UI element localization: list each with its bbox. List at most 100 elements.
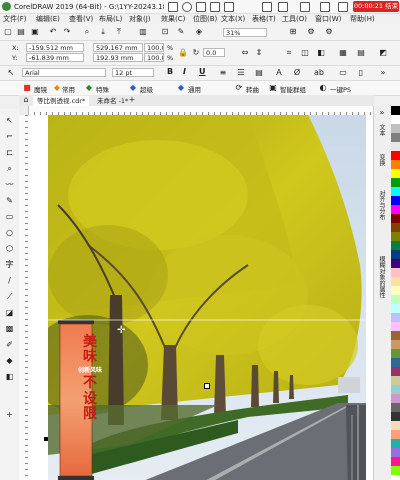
import-icon[interactable]: ⤓ — [98, 27, 108, 37]
to-front-icon[interactable]: ◧ — [316, 48, 326, 58]
docker-tab-transform[interactable]: 变换 — [377, 154, 386, 166]
menu-bitmaps[interactable]: 位图(B) — [193, 14, 217, 24]
mirror-h-icon[interactable]: ⇔ — [240, 48, 250, 58]
palette-swatch[interactable] — [391, 367, 400, 376]
lock-ratio-icon[interactable]: 🔒 — [178, 48, 188, 58]
palette-swatch[interactable] — [391, 115, 400, 124]
palette-swatch[interactable] — [391, 430, 400, 439]
palette-swatch[interactable] — [391, 313, 400, 322]
palette-swatch[interactable] — [391, 250, 400, 259]
underline-button[interactable]: U — [199, 67, 206, 76]
gear-icon[interactable]: ⚙ — [306, 27, 316, 37]
eyedropper-icon[interactable]: ✐ — [4, 339, 15, 350]
lock-icon[interactable]: ⊡ — [160, 27, 170, 37]
palette-swatch[interactable] — [391, 385, 400, 394]
export-icon[interactable] — [300, 2, 310, 12]
transparency-icon[interactable]: ▩ — [4, 323, 15, 334]
export-arrow-icon[interactable]: ⤒ — [114, 27, 124, 37]
palette-swatch[interactable] — [391, 259, 400, 268]
wrap-icon[interactable]: ⌗ — [284, 48, 294, 58]
palette-swatch[interactable] — [391, 214, 400, 223]
ginkgo-road-photo[interactable] — [48, 115, 366, 480]
bullets-icon[interactable]: ☰ — [236, 68, 246, 78]
palette-swatch[interactable] — [391, 124, 400, 133]
y-position-field[interactable]: -61.839 mm — [26, 53, 84, 62]
brush-icon[interactable]: ✎ — [176, 27, 186, 37]
plugin-general[interactable]: 通用 — [188, 84, 201, 94]
pdf-icon[interactable]: ▥ — [138, 27, 148, 37]
palette-swatch[interactable] — [391, 286, 400, 295]
pick-tool-icon[interactable]: ↖ — [6, 68, 16, 78]
new-file-icon[interactable]: ▢ — [3, 27, 13, 37]
menu-edit[interactable]: 编辑(E) — [36, 14, 60, 24]
menu-effects[interactable]: 效果(C) — [161, 14, 185, 24]
font-size-select[interactable]: 12 pt — [112, 68, 154, 77]
plugin-convert-curve[interactable]: 转曲 — [246, 84, 259, 94]
height-field[interactable]: 192.93 mm — [93, 53, 143, 62]
palette-swatch[interactable] — [391, 349, 400, 358]
rect-icon[interactable] — [196, 2, 206, 12]
palette-swatch[interactable] — [391, 205, 400, 214]
pick-icon[interactable]: ↖ — [4, 115, 15, 126]
horizontal-text-icon[interactable]: ▭ — [338, 68, 348, 78]
plugin-mirror[interactable]: 魔镜 — [34, 84, 47, 94]
redo-arrow-icon[interactable]: ↷ — [62, 27, 72, 37]
palette-swatch[interactable] — [391, 457, 400, 466]
freehand-icon[interactable]: 〰 — [4, 179, 15, 190]
palette-swatch[interactable] — [391, 160, 400, 169]
palette-swatch[interactable] — [391, 133, 400, 142]
plugin-special[interactable]: 特殊 — [96, 84, 109, 94]
group-icon[interactable]: ▦ — [338, 48, 348, 58]
artistic-media-icon[interactable]: ✎ — [4, 195, 15, 206]
parallel-dimension-icon[interactable]: / — [4, 275, 15, 286]
palette-swatch[interactable] — [391, 241, 400, 250]
undo-icon[interactable] — [262, 2, 272, 12]
menu-text[interactable]: 文本(X) — [221, 14, 245, 24]
launch-icon[interactable]: ◈ — [194, 27, 204, 37]
menu-help[interactable]: 帮助(H) — [350, 14, 375, 24]
palette-swatch[interactable] — [391, 448, 400, 457]
shape-icon[interactable] — [224, 2, 234, 12]
close-panel-icon[interactable] — [338, 2, 348, 12]
polygon-icon[interactable]: ⬡ — [4, 243, 15, 254]
docker-collapse-icon[interactable]: » — [377, 108, 387, 118]
open-folder-icon[interactable]: ▤ — [16, 27, 26, 37]
tab-perspective-doc[interactable]: 等比例透视.cdr* — [33, 96, 90, 106]
bold-button[interactable]: B — [167, 67, 173, 76]
palette-swatch[interactable] — [391, 142, 400, 151]
drop-shadow-icon[interactable]: ◪ — [4, 307, 15, 318]
text-icon[interactable]: 字 — [4, 259, 15, 270]
docker-tab-align[interactable]: 对齐与分布 — [377, 190, 386, 220]
palette-swatch[interactable] — [391, 439, 400, 448]
menu-window[interactable]: 窗口(W) — [315, 14, 341, 24]
settings-icon[interactable] — [320, 2, 330, 12]
save-icon[interactable]: ▣ — [30, 27, 40, 37]
mirror-v-icon[interactable]: ⇕ — [254, 48, 264, 58]
palette-swatch[interactable] — [391, 232, 400, 241]
palette-swatch[interactable] — [391, 421, 400, 430]
palette-swatch[interactable] — [391, 169, 400, 178]
selection-handle-left[interactable] — [44, 437, 48, 441]
undo-arrow-icon[interactable]: ↶ — [48, 27, 58, 37]
text-tool-icon[interactable] — [210, 2, 220, 12]
plugin-super[interactable]: 超级 — [140, 84, 153, 94]
palette-swatch[interactable] — [391, 277, 400, 286]
interactive-fill-icon[interactable]: ◆ — [4, 355, 15, 366]
scale-y-field[interactable]: 100.0 — [144, 53, 164, 62]
new-doc-icon[interactable] — [168, 2, 178, 12]
scale-x-field[interactable]: 100.0 — [144, 43, 164, 52]
palette-swatch[interactable] — [391, 340, 400, 349]
selection-handle-center[interactable] — [204, 383, 210, 389]
drawing-canvas[interactable]: 美 味 创新风味 不 设 限 ✛ — [28, 115, 374, 480]
palette-swatch[interactable] — [391, 295, 400, 304]
smart-fill-icon[interactable]: ◧ — [4, 371, 15, 382]
ellipse-icon[interactable] — [182, 2, 192, 12]
palette-swatch[interactable] — [391, 394, 400, 403]
palette-swatch[interactable] — [391, 304, 400, 313]
menu-layout[interactable]: 布局(L) — [99, 14, 122, 24]
recording-timer[interactable]: 00:00:21 结束 — [353, 1, 399, 12]
plugin-one-click-ps[interactable]: 一键PS — [330, 84, 351, 94]
italic-button[interactable]: I — [183, 67, 186, 76]
mirror-plugin-icon[interactable]: ■ — [22, 83, 32, 93]
palette-swatch[interactable] — [391, 412, 400, 421]
